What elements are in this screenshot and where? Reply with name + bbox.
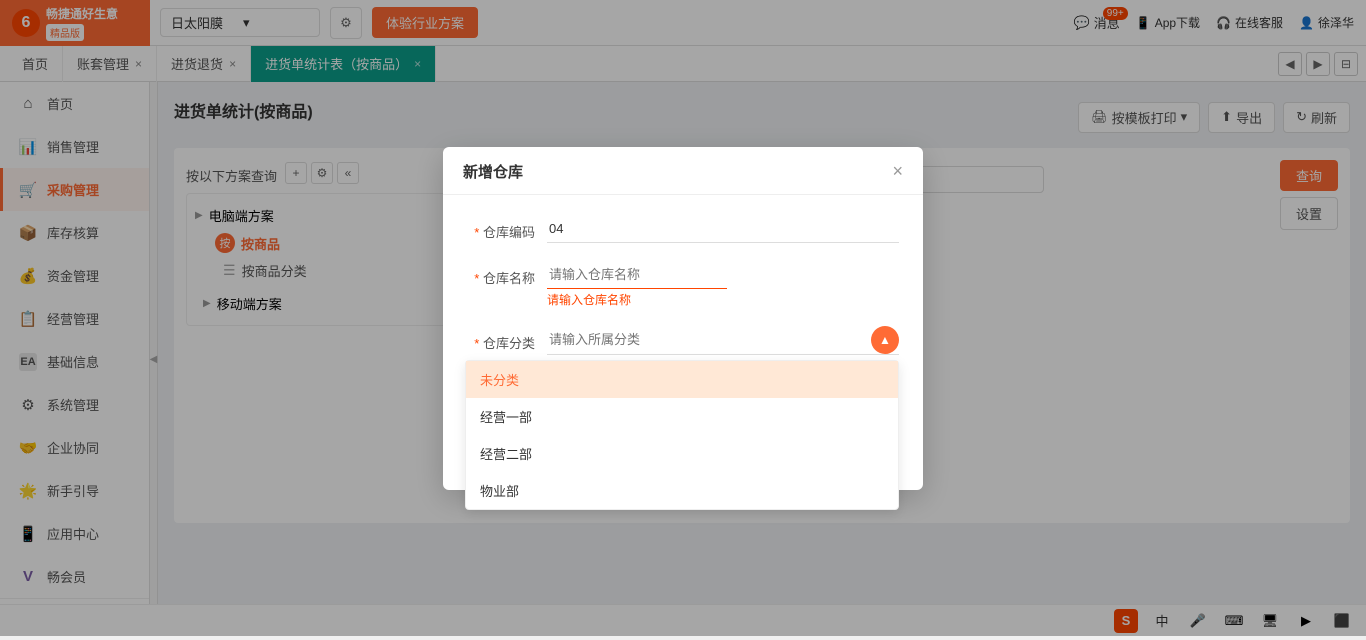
modal-body: * 仓库编码 * 仓库名称 请输入仓库名称 * xyxy=(443,195,923,439)
dropdown-item-property[interactable]: 物业部 xyxy=(466,472,898,509)
category-dropdown-toggle[interactable]: ▲ xyxy=(871,326,899,354)
warehouse-name-input[interactable] xyxy=(547,261,727,289)
category-input-row: ▲ xyxy=(547,326,899,355)
modal-title: 新增仓库 xyxy=(463,161,523,182)
warehouse-name-error: 请输入仓库名称 xyxy=(547,291,899,308)
category-input[interactable] xyxy=(547,326,871,353)
modal-overlay[interactable]: 新增仓库 × * 仓库编码 * 仓库名称 请输入仓库名称 xyxy=(0,0,1366,636)
warehouse-name-row: * 仓库名称 请输入仓库名称 xyxy=(467,261,899,308)
warehouse-name-field-wrapper: 请输入仓库名称 xyxy=(547,261,899,308)
modal-close-button[interactable]: × xyxy=(892,161,903,182)
category-dropdown-wrapper: ▲ 未分类 经营一部 经营二部 物业部 xyxy=(547,326,899,355)
warehouse-code-row: * 仓库编码 xyxy=(467,215,899,243)
modal-header: 新增仓库 × xyxy=(443,147,923,195)
warehouse-category-row: * 仓库分类 ▲ 未分类 经营一部 经营二部 物业部 xyxy=(467,326,899,355)
category-dropdown-list: 未分类 经营一部 经营二部 物业部 xyxy=(465,360,899,510)
dropdown-item-dept2[interactable]: 经营二部 xyxy=(466,435,898,472)
warehouse-category-label: * 仓库分类 xyxy=(467,326,547,352)
new-warehouse-modal: 新增仓库 × * 仓库编码 * 仓库名称 请输入仓库名称 xyxy=(443,147,923,490)
warehouse-code-label: * 仓库编码 xyxy=(467,215,547,241)
warehouse-code-input[interactable] xyxy=(547,215,899,243)
dropdown-item-dept1[interactable]: 经营一部 xyxy=(466,398,898,435)
warehouse-name-label: * 仓库名称 xyxy=(467,261,547,287)
dropdown-item-unclassified[interactable]: 未分类 xyxy=(466,361,898,398)
